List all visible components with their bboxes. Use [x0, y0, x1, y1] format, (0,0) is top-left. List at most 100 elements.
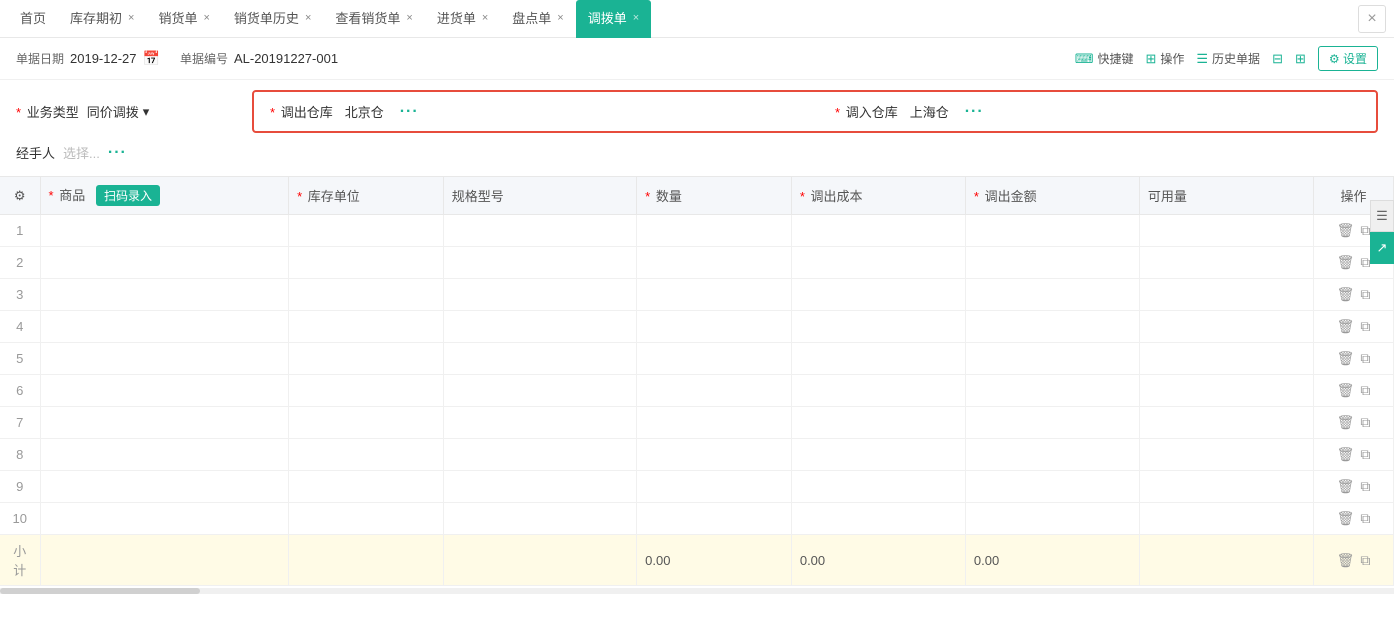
- operation-button[interactable]: ⊞ 操作: [1145, 50, 1184, 67]
- row-unit-7[interactable]: [289, 407, 444, 439]
- history-button[interactable]: ☰ 历史单据: [1196, 50, 1260, 67]
- row-qty-1[interactable]: [637, 215, 792, 247]
- out-warehouse-more-button[interactable]: ···: [400, 103, 419, 121]
- row-cost-10[interactable]: [791, 503, 965, 535]
- tab-sales-history[interactable]: 销货单历史 ×: [222, 0, 323, 38]
- row-delete-4[interactable]: 🗑: [1337, 318, 1355, 335]
- row-cost-8[interactable]: [791, 439, 965, 471]
- row-qty-4[interactable]: [637, 311, 792, 343]
- row-unit-9[interactable]: [289, 471, 444, 503]
- row-spec-5[interactable]: [443, 343, 636, 375]
- row-unit-3[interactable]: [289, 279, 444, 311]
- row-copy-3[interactable]: ⧉: [1360, 286, 1370, 303]
- row-product-6[interactable]: [40, 375, 289, 407]
- row-amount-1[interactable]: [965, 215, 1139, 247]
- row-delete-7[interactable]: 🗑: [1337, 414, 1355, 431]
- row-amount-2[interactable]: [965, 247, 1139, 279]
- tab-sales-order[interactable]: 销货单 ×: [146, 0, 221, 38]
- row-avail-1[interactable]: [1139, 215, 1313, 247]
- row-avail-10[interactable]: [1139, 503, 1313, 535]
- business-type-select[interactable]: 同价调拨 ▾: [87, 102, 207, 121]
- row-copy-1[interactable]: ⧉: [1360, 222, 1370, 239]
- tab-sales-history-close[interactable]: ×: [305, 12, 311, 24]
- row-copy-5[interactable]: ⧉: [1360, 350, 1370, 367]
- tab-inventory-check[interactable]: 盘点单 ×: [500, 0, 575, 38]
- side-panel-list-button[interactable]: ☰: [1370, 200, 1394, 232]
- row-cost-5[interactable]: [791, 343, 965, 375]
- tab-transfer-close[interactable]: ×: [633, 12, 639, 24]
- handler-placeholder[interactable]: 选择...: [63, 143, 100, 162]
- row-copy-4[interactable]: ⧉: [1360, 318, 1370, 335]
- row-avail-3[interactable]: [1139, 279, 1313, 311]
- settings-button[interactable]: ⚙ 设置: [1318, 46, 1378, 71]
- quick-key-button[interactable]: ⌨ 快捷键: [1075, 50, 1134, 67]
- row-cost-7[interactable]: [791, 407, 965, 439]
- row-product-3[interactable]: [40, 279, 289, 311]
- row-avail-8[interactable]: [1139, 439, 1313, 471]
- row-copy-9[interactable]: ⧉: [1360, 478, 1370, 495]
- row-qty-7[interactable]: [637, 407, 792, 439]
- row-delete-1[interactable]: 🗑: [1337, 222, 1355, 239]
- row-cost-6[interactable]: [791, 375, 965, 407]
- row-qty-2[interactable]: [637, 247, 792, 279]
- row-spec-1[interactable]: [443, 215, 636, 247]
- row-amount-5[interactable]: [965, 343, 1139, 375]
- row-spec-8[interactable]: [443, 439, 636, 471]
- subtotal-copy-btn[interactable]: ⧉: [1360, 552, 1370, 569]
- row-copy-7[interactable]: ⧉: [1360, 414, 1370, 431]
- row-copy-8[interactable]: ⧉: [1360, 446, 1370, 463]
- row-copy-6[interactable]: ⧉: [1360, 382, 1370, 399]
- tab-inventory-init-close[interactable]: ×: [128, 12, 134, 24]
- row-qty-8[interactable]: [637, 439, 792, 471]
- row-product-5[interactable]: [40, 343, 289, 375]
- row-avail-7[interactable]: [1139, 407, 1313, 439]
- calendar-icon[interactable]: 📅: [143, 50, 160, 67]
- row-delete-8[interactable]: 🗑: [1337, 446, 1355, 463]
- row-unit-8[interactable]: [289, 439, 444, 471]
- row-amount-8[interactable]: [965, 439, 1139, 471]
- row-amount-3[interactable]: [965, 279, 1139, 311]
- tab-inventory-init[interactable]: 库存期初 ×: [58, 0, 146, 38]
- side-panel-expand-button[interactable]: ↗: [1370, 232, 1394, 264]
- row-avail-2[interactable]: [1139, 247, 1313, 279]
- row-delete-5[interactable]: 🗑: [1337, 350, 1355, 367]
- in-warehouse-more-button[interactable]: ···: [965, 103, 984, 121]
- row-amount-10[interactable]: [965, 503, 1139, 535]
- row-amount-6[interactable]: [965, 375, 1139, 407]
- row-qty-5[interactable]: [637, 343, 792, 375]
- subtotal-delete-btn[interactable]: 🗑: [1337, 552, 1355, 569]
- row-qty-10[interactable]: [637, 503, 792, 535]
- row-spec-2[interactable]: [443, 247, 636, 279]
- scrollbar-area[interactable]: [0, 588, 1394, 594]
- row-qty-6[interactable]: [637, 375, 792, 407]
- tab-inventory-check-close[interactable]: ×: [557, 12, 563, 24]
- row-cost-3[interactable]: [791, 279, 965, 311]
- row-cost-2[interactable]: [791, 247, 965, 279]
- row-product-4[interactable]: [40, 311, 289, 343]
- row-unit-10[interactable]: [289, 503, 444, 535]
- grid-layout-button[interactable]: ⊞: [1295, 51, 1306, 67]
- row-spec-4[interactable]: [443, 311, 636, 343]
- row-product-9[interactable]: [40, 471, 289, 503]
- row-product-1[interactable]: [40, 215, 289, 247]
- row-delete-6[interactable]: 🗑: [1337, 382, 1355, 399]
- row-unit-6[interactable]: [289, 375, 444, 407]
- row-amount-9[interactable]: [965, 471, 1139, 503]
- row-copy-10[interactable]: ⧉: [1360, 510, 1370, 527]
- row-delete-2[interactable]: 🗑: [1337, 254, 1355, 271]
- row-unit-2[interactable]: [289, 247, 444, 279]
- row-spec-9[interactable]: [443, 471, 636, 503]
- tab-transfer[interactable]: 调拨单 ×: [576, 0, 651, 38]
- row-avail-4[interactable]: [1139, 311, 1313, 343]
- tab-view-sales[interactable]: 查看销货单 ×: [323, 0, 424, 38]
- handler-more-button[interactable]: ···: [108, 144, 127, 162]
- row-unit-1[interactable]: [289, 215, 444, 247]
- row-cost-9[interactable]: [791, 471, 965, 503]
- row-avail-6[interactable]: [1139, 375, 1313, 407]
- row-spec-6[interactable]: [443, 375, 636, 407]
- row-spec-10[interactable]: [443, 503, 636, 535]
- tab-view-sales-close[interactable]: ×: [406, 12, 412, 24]
- tab-sales-order-close[interactable]: ×: [203, 12, 209, 24]
- window-close-button[interactable]: ×: [1358, 5, 1386, 33]
- layout-button[interactable]: ⊟: [1272, 51, 1283, 67]
